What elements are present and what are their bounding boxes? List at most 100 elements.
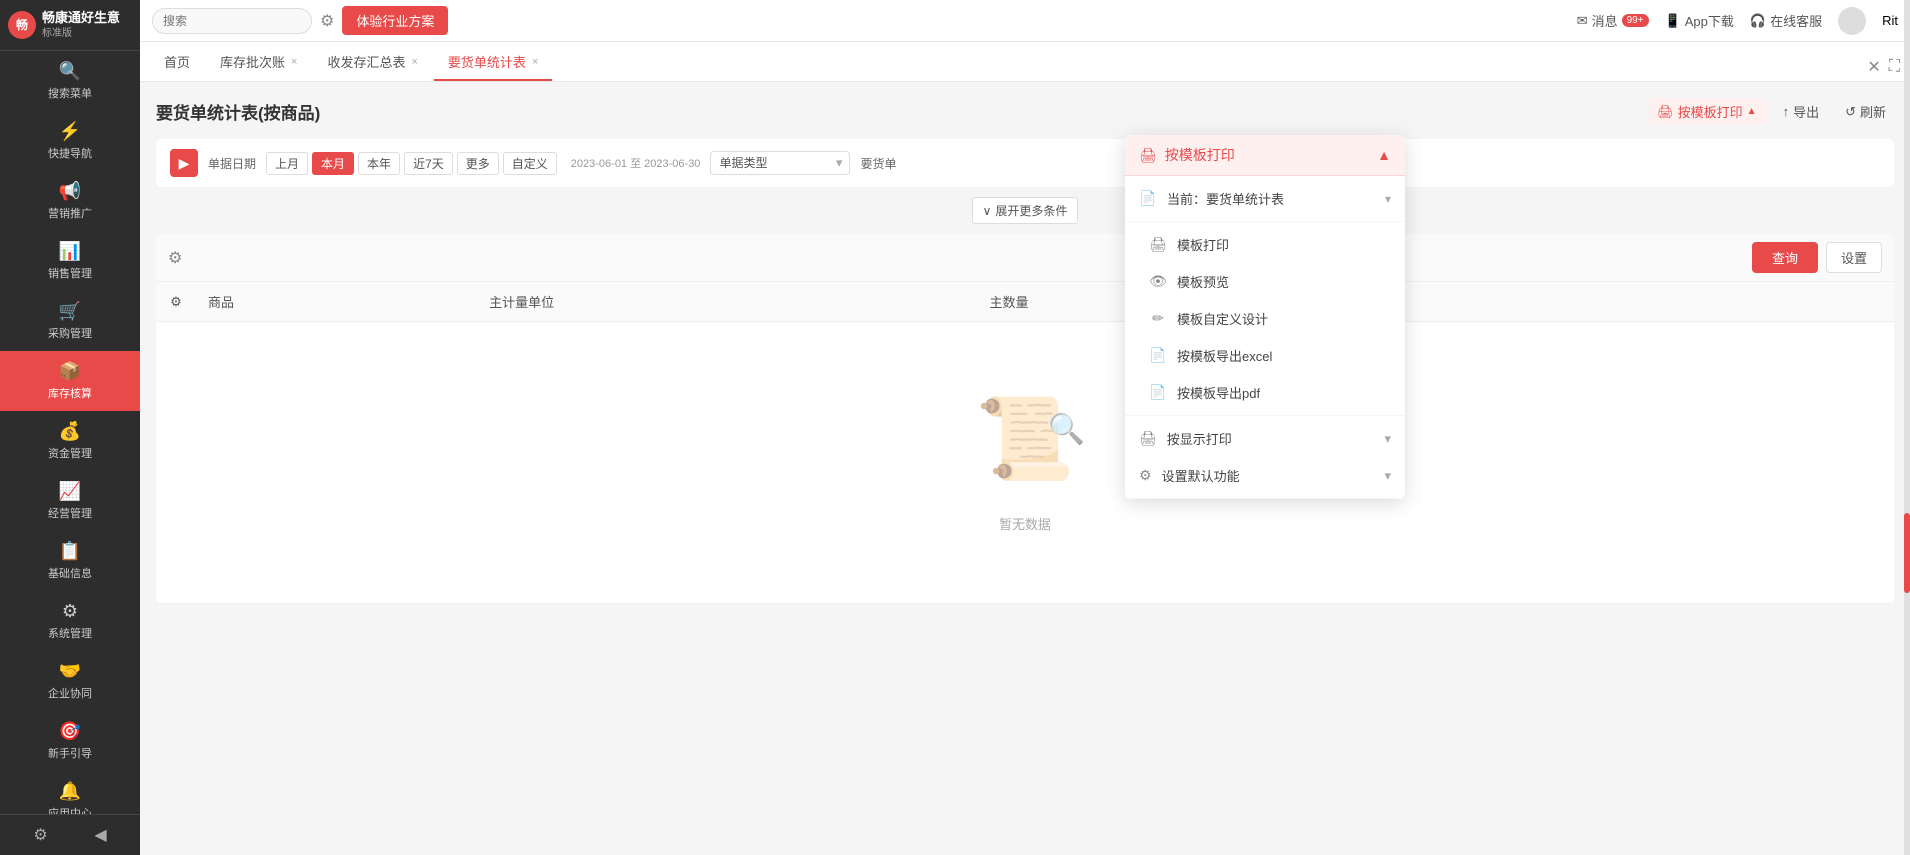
sidebar-item-inventory[interactable]: 📦 库存核算 (0, 351, 140, 411)
system-icon: ⚙ (62, 601, 78, 622)
display-print-icon: 🖨 (1139, 430, 1157, 447)
sidebar-logo: 畅 畅康通好生意 标准版 (0, 0, 140, 51)
search-input[interactable] (152, 8, 312, 34)
filter-expand-icon[interactable]: ▶ (170, 149, 198, 177)
tab-order[interactable]: 要货单统计表 × (434, 44, 552, 81)
sidebar: 畅 畅康通好生意 标准版 🔍 搜索菜单 ⚡ 快捷导航 📢 营销推广 📊 销售管理… (0, 0, 140, 855)
app-center-icon: 🔔 (59, 781, 81, 802)
tab-batch[interactable]: 库存批次账 × (206, 44, 311, 81)
sidebar-item-app-center[interactable]: 🔔 应用中心 (0, 771, 140, 814)
empty-row: 📜 🔍 暂无数据 (156, 322, 1894, 604)
pdf-icon: 📄 (1149, 384, 1167, 401)
date-btn-last-month[interactable]: 上月 (266, 152, 308, 175)
gear-icon[interactable]: ⚙ (320, 11, 334, 31)
topbar: ⚙ 体验行业方案 ✉ 消息 99+ 📱 App下载 🎧 在线客服 Rit (140, 0, 1910, 42)
dropdown-header: 🖨 按模板打印 ▲ (1125, 135, 1405, 176)
right-scrollbar[interactable] (1904, 0, 1910, 855)
dropdown-controls: ▲ (1377, 147, 1391, 163)
tab-order-close[interactable]: × (532, 56, 538, 68)
current-template-chevron: ▾ (1385, 192, 1391, 206)
query-button[interactable]: 查询 (1752, 242, 1818, 273)
avatar[interactable] (1838, 7, 1866, 35)
topbar-left: ⚙ 体验行业方案 (152, 6, 448, 35)
sidebar-collapse-btn[interactable]: ◀ (94, 825, 106, 845)
col-product: 商品 (196, 282, 477, 322)
order-type-select[interactable]: 单据类型 (710, 151, 850, 175)
refresh-btn[interactable]: ↺ 刷新 (1837, 98, 1894, 125)
tab-batch-close[interactable]: × (291, 56, 297, 68)
display-print-item[interactable]: 🖨 按显示打印 ▾ (1125, 420, 1405, 457)
headset-icon: 🎧 (1750, 13, 1766, 29)
marketing-icon: 📢 (59, 181, 81, 202)
messages-icon: ✉ (1577, 13, 1588, 29)
username: Rit (1882, 13, 1898, 28)
scrollbar-thumb[interactable] (1904, 513, 1910, 593)
phone-icon: 📱 (1665, 13, 1681, 29)
printer-dropdown-icon: 🖨 (1139, 147, 1157, 164)
date-buttons: 上月 本月 本年 近7天 更多 自定义 (266, 152, 557, 175)
sidebar-item-purchase[interactable]: 🛒 采购管理 (0, 291, 140, 351)
dropdown-title: 按模板打印 (1165, 145, 1235, 165)
template-export-pdf-item[interactable]: 📄 按模板导出pdf (1125, 374, 1405, 411)
template-preview-item[interactable]: 👁 模板预览 (1125, 263, 1405, 300)
display-print-left: 🖨 按显示打印 (1139, 429, 1232, 448)
sidebar-footer: ⚙ ◀ (0, 814, 140, 855)
table-settings-icon[interactable]: ⚙ (168, 248, 182, 268)
date-btn-more[interactable]: 更多 (457, 152, 499, 175)
date-btn-current-month[interactable]: 本月 (312, 152, 354, 175)
document-icon: 📄 (1139, 190, 1157, 207)
sidebar-item-system[interactable]: ⚙ 系统管理 (0, 591, 140, 651)
sidebar-item-operations[interactable]: 📈 经营管理 (0, 471, 140, 531)
date-btn-7days[interactable]: 近7天 (404, 152, 453, 175)
sidebar-item-marketing[interactable]: 📢 营销推广 (0, 171, 140, 231)
window-close-icon[interactable]: ✕ (1867, 57, 1880, 77)
guide-icon: 🎯 (59, 721, 81, 742)
app-download-item[interactable]: 📱 App下载 (1665, 11, 1734, 30)
date-btn-current-year[interactable]: 本年 (358, 152, 400, 175)
template-design-icon: ✏ (1149, 310, 1167, 327)
tabbar: 首页 库存批次账 × 收发存汇总表 × 要货单统计表 × ✕ ⛶ (140, 42, 1910, 82)
order-type-select-wrapper: 单据类型 (710, 151, 850, 175)
print-template-btn[interactable]: 🖨 按模板打印 ▲ (1649, 98, 1764, 125)
messages-item[interactable]: ✉ 消息 99+ (1577, 11, 1649, 30)
table-toolbar: ⚙ 查询 设置 (156, 234, 1894, 282)
sales-icon: 📊 (59, 241, 81, 262)
sidebar-settings-btn[interactable]: ⚙ (33, 825, 47, 845)
tab-home[interactable]: 首页 (150, 44, 204, 81)
tab-collection[interactable]: 收发存汇总表 × (313, 44, 431, 81)
export-btn[interactable]: ↑ 导出 (1775, 98, 1828, 125)
template-preview-icon: 👁 (1149, 273, 1167, 290)
sidebar-item-basics[interactable]: 📋 基础信息 (0, 531, 140, 591)
tab-collection-close[interactable]: × (411, 56, 417, 68)
sidebar-item-finance[interactable]: 💰 资金管理 (0, 411, 140, 471)
export-icon: ↑ (1783, 104, 1790, 119)
template-print-item[interactable]: 🖨 模板打印 (1125, 226, 1405, 263)
col-extra (1759, 282, 1894, 322)
template-design-item[interactable]: ✏ 模板自定义设计 (1125, 300, 1405, 337)
messages-badge: 99+ (1622, 14, 1649, 27)
set-default-item[interactable]: ⚙ 设置默认功能 ▾ (1125, 457, 1405, 494)
current-template-item[interactable]: 📄 当前：要货单统计表 ▾ (1125, 180, 1405, 217)
window-expand-icon[interactable]: ⛶ (1889, 58, 1900, 76)
filter-bar: ▶ 单据日期 上月 本月 本年 近7天 更多 自定义 2023-06-01 至 … (156, 139, 1894, 187)
sidebar-item-guide[interactable]: 🎯 新手引导 (0, 711, 140, 771)
dropdown-chevron-up[interactable]: ▲ (1377, 147, 1391, 163)
finance-icon: 💰 (59, 421, 81, 442)
empty-illustration: 📜 🔍 (975, 392, 1075, 486)
empty-text: 暂无数据 (999, 514, 1051, 533)
sidebar-item-search-menu[interactable]: 🔍 搜索菜单 (0, 51, 140, 111)
date-btn-custom[interactable]: 自定义 (503, 152, 557, 175)
settings-button[interactable]: 设置 (1826, 242, 1882, 273)
promo-button[interactable]: 体验行业方案 (342, 6, 448, 35)
template-options-section: 🖨 模板打印 👁 模板预览 ✏ 模板自定义设计 📄 按模板导出excel 📄 (1125, 222, 1405, 416)
sidebar-item-cooperation[interactable]: 🤝 企业协同 (0, 651, 140, 711)
expand-more-btn[interactable]: ∨ 展开更多条件 (972, 197, 1079, 224)
sidebar-item-sales[interactable]: 📊 销售管理 (0, 231, 140, 291)
print-dropdown: 🖨 按模板打印 ▲ 📄 当前：要货单统计表 ▾ 🖨 模板打 (1125, 135, 1405, 499)
template-export-excel-item[interactable]: 📄 按模板导出excel (1125, 337, 1405, 374)
inventory-icon: 📦 (59, 361, 81, 382)
sidebar-item-quick-nav[interactable]: ⚡ 快捷导航 (0, 111, 140, 171)
topbar-right: ✉ 消息 99+ 📱 App下载 🎧 在线客服 Rit (1577, 7, 1898, 35)
customer-service-item[interactable]: 🎧 在线客服 (1750, 11, 1822, 30)
expand-icon: ∨ (983, 204, 992, 218)
